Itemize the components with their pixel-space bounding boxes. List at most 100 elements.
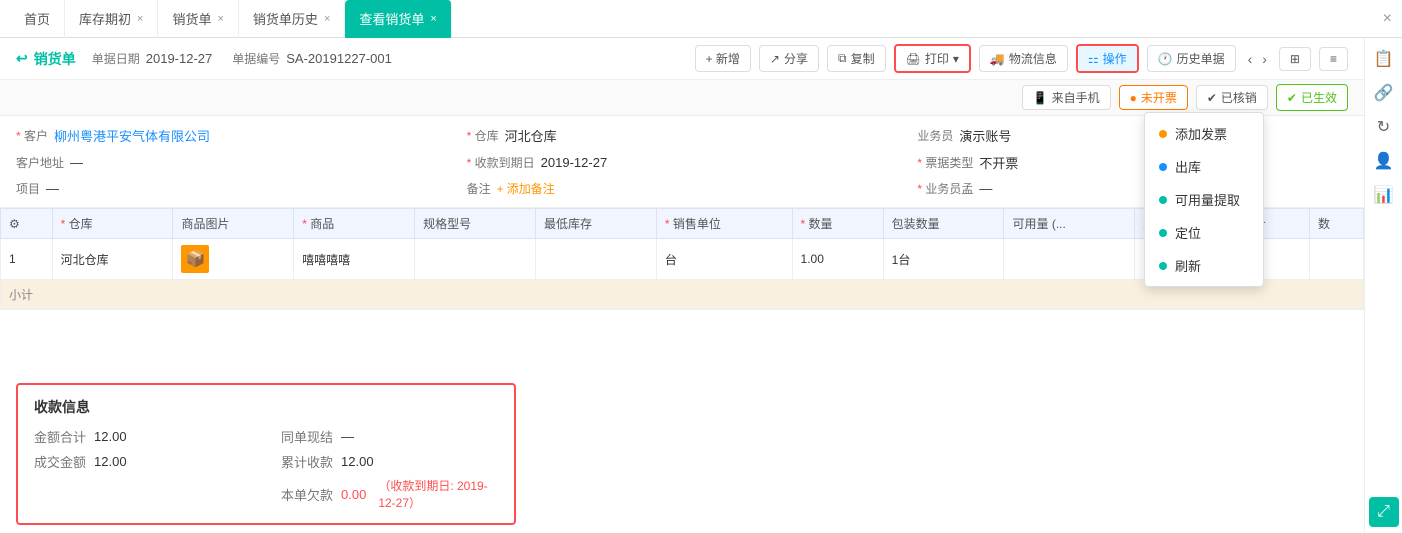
refresh-label: 刷新	[1175, 256, 1201, 275]
nav-next-button[interactable]: ›	[1258, 49, 1271, 69]
summary-title: 收款信息	[34, 397, 498, 417]
col-warehouse: * 仓库	[52, 209, 173, 239]
row-warehouse: 河北仓库	[52, 239, 173, 280]
grid-view-button[interactable]: ⊞	[1279, 47, 1311, 71]
history-button[interactable]: 🕐 历史单据	[1147, 45, 1236, 72]
sidebar-chart-icon[interactable]: 📊	[1369, 180, 1399, 210]
ops-button[interactable]: ⚏ 操作	[1078, 46, 1137, 71]
amount-item: 金额合计 12.00	[34, 427, 251, 446]
confirmed-label: 已核销	[1221, 89, 1257, 106]
warehouse-label: * 仓库	[467, 127, 499, 144]
locate-dot	[1159, 229, 1167, 237]
note-field: 备注 + 添加备注	[467, 180, 898, 197]
tab-bar: 首页 库存期初 × 销货单 × 销货单历史 × 查看销货单 × ×	[0, 0, 1402, 38]
col-min-stock: 最低库存	[535, 209, 656, 239]
same-order-value: —	[341, 429, 354, 444]
history-label: 历史单据	[1177, 50, 1225, 67]
tab-inventory-init[interactable]: 库存期初 ×	[65, 0, 158, 38]
tab-inventory-init-label: 库存期初	[79, 9, 131, 28]
doc-date-label: 单据日期	[92, 50, 140, 67]
row-extra	[1310, 239, 1364, 280]
confirmed-button[interactable]: ✔ 已生效	[1276, 84, 1348, 111]
from-mobile-button[interactable]: 📱 来自手机	[1022, 85, 1111, 110]
tab-view-sales-close[interactable]: ×	[430, 13, 436, 25]
add-invoice-dot	[1159, 130, 1167, 138]
new-button[interactable]: + 新增	[695, 45, 751, 72]
logistics-icon: 🚚	[990, 52, 1005, 66]
due-label: 本单欠款	[281, 485, 333, 504]
row-pack-qty: 1台	[883, 239, 1004, 280]
employee2-value: —	[979, 181, 992, 196]
sidebar-refresh-icon[interactable]: ↻	[1369, 112, 1399, 142]
tab-sales-history-label: 销货单历史	[253, 9, 318, 28]
sidebar-copy-icon[interactable]: 📋	[1369, 44, 1399, 74]
address-value: —	[70, 155, 83, 170]
locate-item[interactable]: 定位	[1145, 216, 1263, 249]
sidebar-user-icon[interactable]: 👤	[1369, 146, 1399, 176]
copy-button[interactable]: ⧉ 复制	[827, 45, 886, 72]
warehouse-value: 河北仓库	[505, 126, 557, 145]
doc-date-field: 单据日期 2019-12-27	[92, 50, 213, 67]
same-order-label: 同单现结	[281, 427, 333, 446]
employee-label: 业务员	[917, 127, 953, 144]
col-settings[interactable]: ⚙	[1, 209, 53, 239]
address-label: 客户地址	[16, 154, 64, 171]
tab-sales-order[interactable]: 销货单 ×	[158, 0, 238, 38]
refresh-dot	[1159, 262, 1167, 270]
amount-value: 12.00	[94, 429, 127, 444]
doc-actions: + 新增 ↗ 分享 ⧉ 复制 🖨 打印 ▾ 🚚	[695, 44, 1348, 73]
print-button[interactable]: 🖨 打印 ▾	[896, 46, 969, 71]
warehouse-field: * 仓库 河北仓库	[467, 126, 898, 145]
product-image: 📦	[181, 245, 209, 273]
add-invoice-item[interactable]: 添加发票	[1145, 117, 1263, 150]
copy-label: 复制	[851, 50, 875, 67]
tab-sales-order-close[interactable]: ×	[217, 13, 223, 25]
col-spec: 规格型号	[415, 209, 536, 239]
outbound-item[interactable]: 出库	[1145, 150, 1263, 183]
ops-dropdown: 添加发票 出库 可用量提取 定位 刷新	[1144, 112, 1264, 287]
address-field: 客户地址 —	[16, 153, 447, 172]
deal-amount-value: 12.00	[94, 454, 127, 469]
doc-number-field: 单据编号 SA-20191227-001	[232, 50, 392, 67]
share-button[interactable]: ↗ 分享	[759, 45, 819, 72]
ticket-icon: ●	[1130, 91, 1137, 105]
grid-view-icon: ⊞	[1290, 52, 1300, 66]
not-open-label: 未开票	[1141, 89, 1177, 106]
employee2-label: * 业务员孟	[917, 180, 973, 197]
available-qty-item[interactable]: 可用量提取	[1145, 183, 1263, 216]
ops-label: 操作	[1103, 50, 1127, 67]
window-close-button[interactable]: ×	[1383, 10, 1392, 28]
col-product: * 商品	[294, 209, 415, 239]
tab-sales-history[interactable]: 销货单历史 ×	[239, 0, 345, 38]
tab-view-sales[interactable]: 查看销货单 ×	[345, 0, 451, 38]
logistics-button[interactable]: 🚚 物流信息	[979, 45, 1068, 72]
add-note-button[interactable]: + 添加备注	[497, 180, 555, 197]
refresh-item[interactable]: 刷新	[1145, 249, 1263, 282]
tab-inventory-init-close[interactable]: ×	[137, 13, 143, 25]
due-note: （收款到期日: 2019-12-27）	[378, 477, 498, 511]
confirm-button[interactable]: ✔ 已核销	[1196, 85, 1268, 110]
tab-sales-history-close[interactable]: ×	[324, 13, 330, 25]
total-payment-value: 12.00	[341, 454, 374, 469]
add-invoice-label: 添加发票	[1175, 124, 1227, 143]
sidebar-expand-icon[interactable]: ⤢	[1369, 497, 1399, 527]
sidebar-link-icon[interactable]: 🔗	[1369, 78, 1399, 108]
list-view-button[interactable]: ≡	[1319, 47, 1348, 71]
add-note-label: 添加备注	[507, 180, 555, 197]
employee2-field: * 业务员孟 —	[917, 180, 1348, 197]
row-product-img: 📦	[173, 239, 294, 280]
row-min-stock	[535, 239, 656, 280]
customer-value[interactable]: 柳州粤港平安气体有限公司	[54, 126, 210, 145]
payment-date-value: 2019-12-27	[541, 155, 608, 170]
due-item: 本单欠款 0.00 （收款到期日: 2019-12-27）	[281, 477, 498, 511]
deal-amount-label: 成交金额	[34, 452, 86, 471]
ticket-type-value: 不开票	[979, 153, 1018, 172]
tab-home-label: 首页	[24, 9, 50, 28]
doc-header: ↩ 销货单 单据日期 2019-12-27 单据编号 SA-20191227-0…	[0, 38, 1364, 80]
tab-home[interactable]: 首页	[10, 0, 65, 38]
not-open-button[interactable]: ● 未开票	[1119, 85, 1188, 110]
payment-date-label: * 收款到期日	[467, 154, 535, 171]
total-payment-item: 累计收款 12.00	[281, 452, 498, 471]
nav-prev-button[interactable]: ‹	[1244, 49, 1257, 69]
employee-field: 业务员 演示账号	[917, 126, 1348, 145]
